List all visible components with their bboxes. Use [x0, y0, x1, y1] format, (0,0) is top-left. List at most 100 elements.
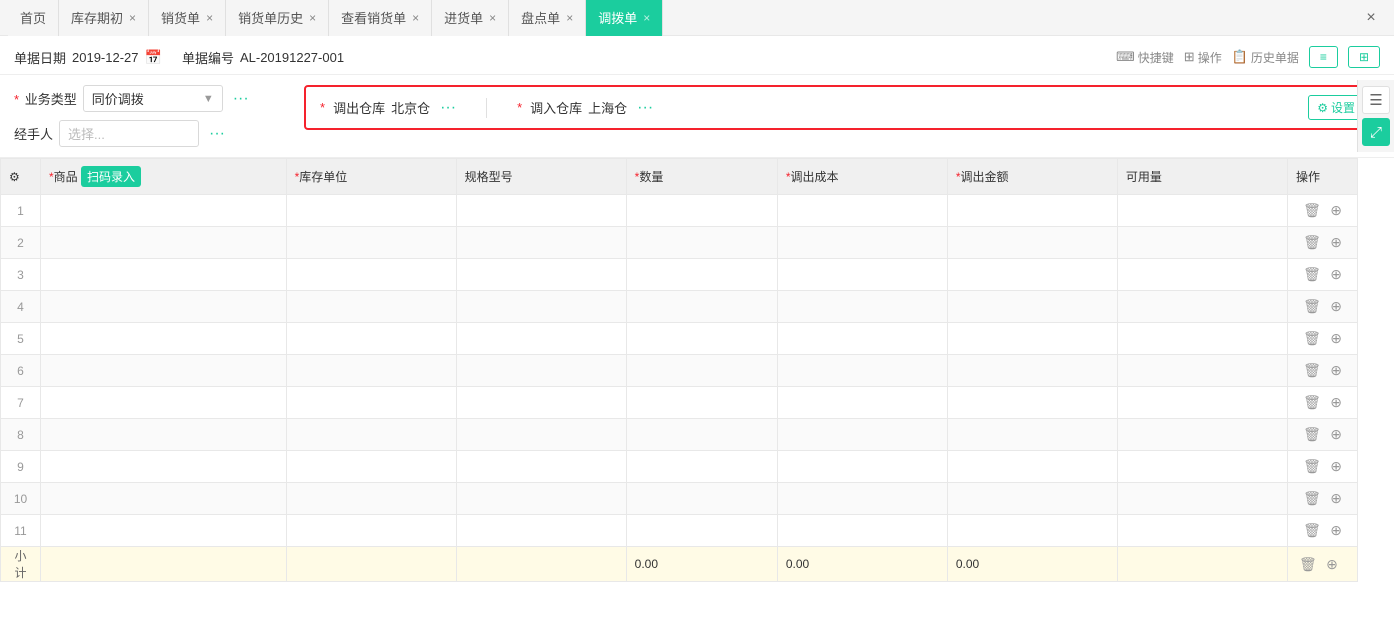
cell-qty-6[interactable] — [626, 355, 777, 387]
cell-spec-7[interactable] — [456, 387, 626, 419]
cell-qty-5[interactable] — [626, 323, 777, 355]
tab-home[interactable]: 首页 — [8, 0, 59, 36]
tab-close-sales-history[interactable]: × — [309, 11, 316, 25]
table-settings-icon[interactable]: ⚙ — [9, 170, 20, 184]
cell-available-11[interactable] — [1117, 515, 1287, 547]
cell-qty-9[interactable] — [626, 451, 777, 483]
cell-product-9[interactable] — [41, 451, 287, 483]
cell-cost-1[interactable] — [777, 195, 947, 227]
cell-amount-5[interactable] — [947, 323, 1117, 355]
cell-spec-5[interactable] — [456, 323, 626, 355]
cell-amount-4[interactable] — [947, 291, 1117, 323]
cell-spec-4[interactable] — [456, 291, 626, 323]
delete-icon-1[interactable]: 🗑 — [1303, 202, 1321, 218]
tab-sales-history[interactable]: 销货单历史 × — [226, 0, 329, 36]
cell-amount-8[interactable] — [947, 419, 1117, 451]
warehouse-in-more[interactable]: ··· — [637, 99, 653, 117]
cell-spec-2[interactable] — [456, 227, 626, 259]
cell-available-4[interactable] — [1117, 291, 1287, 323]
cell-product-1[interactable] — [41, 195, 287, 227]
tab-close-purchase-order[interactable]: × — [489, 11, 496, 25]
delete-icon-5[interactable]: 🗑 — [1303, 330, 1321, 346]
cell-spec-3[interactable] — [456, 259, 626, 291]
cell-available-7[interactable] — [1117, 387, 1287, 419]
cell-spec-11[interactable] — [456, 515, 626, 547]
cell-spec-8[interactable] — [456, 419, 626, 451]
cell-unit-6[interactable] — [286, 355, 456, 387]
cell-cost-10[interactable] — [777, 483, 947, 515]
tab-close-sales-order[interactable]: × — [206, 11, 213, 25]
cell-product-2[interactable] — [41, 227, 287, 259]
copy-icon-11[interactable]: ⊕ — [1330, 522, 1342, 538]
cell-amount-9[interactable] — [947, 451, 1117, 483]
window-close-button[interactable]: × — [1356, 0, 1386, 36]
calendar-icon[interactable]: 📅 — [145, 49, 162, 66]
business-type-select[interactable]: 同价调拨 ▼ — [83, 85, 223, 112]
cell-available-1[interactable] — [1117, 195, 1287, 227]
cell-product-8[interactable] — [41, 419, 287, 451]
cell-unit-5[interactable] — [286, 323, 456, 355]
cell-cost-6[interactable] — [777, 355, 947, 387]
cell-qty-3[interactable] — [626, 259, 777, 291]
copy-icon-6[interactable]: ⊕ — [1330, 362, 1342, 378]
tab-sales-order[interactable]: 销货单 × — [149, 0, 226, 36]
cell-unit-8[interactable] — [286, 419, 456, 451]
delete-icon-7[interactable]: 🗑 — [1303, 394, 1321, 410]
cell-product-7[interactable] — [41, 387, 287, 419]
cell-cost-3[interactable] — [777, 259, 947, 291]
cell-available-5[interactable] — [1117, 323, 1287, 355]
cell-cost-2[interactable] — [777, 227, 947, 259]
delete-icon-8[interactable]: 🗑 — [1303, 426, 1321, 442]
delete-icon-4[interactable]: 🗑 — [1303, 298, 1321, 314]
cell-product-10[interactable] — [41, 483, 287, 515]
tab-view-sales[interactable]: 查看销货单 × — [329, 0, 432, 36]
cell-product-11[interactable] — [41, 515, 287, 547]
cell-spec-6[interactable] — [456, 355, 626, 387]
cell-available-6[interactable] — [1117, 355, 1287, 387]
scan-button[interactable]: 扫码录入 — [81, 166, 141, 187]
copy-icon-10[interactable]: ⊕ — [1330, 490, 1342, 506]
cell-qty-1[interactable] — [626, 195, 777, 227]
tab-purchase-order[interactable]: 进货单 × — [432, 0, 509, 36]
copy-icon-9[interactable]: ⊕ — [1330, 458, 1342, 474]
cell-qty-4[interactable] — [626, 291, 777, 323]
sidebar-expand-icon[interactable]: ⤢ — [1362, 118, 1390, 146]
tab-close-view-sales[interactable]: × — [412, 11, 419, 25]
cell-qty-11[interactable] — [626, 515, 777, 547]
cell-cost-8[interactable] — [777, 419, 947, 451]
tab-inventory-init[interactable]: 库存期初 × — [59, 0, 149, 36]
cell-unit-9[interactable] — [286, 451, 456, 483]
delete-icon-9[interactable]: 🗑 — [1303, 458, 1321, 474]
cell-cost-7[interactable] — [777, 387, 947, 419]
cell-qty-8[interactable] — [626, 419, 777, 451]
handler-more[interactable]: ··· — [209, 125, 225, 143]
cell-unit-3[interactable] — [286, 259, 456, 291]
copy-icon-1[interactable]: ⊕ — [1330, 202, 1342, 218]
cell-available-8[interactable] — [1117, 419, 1287, 451]
sidebar-list-icon[interactable]: ☰ — [1362, 86, 1390, 114]
cell-unit-4[interactable] — [286, 291, 456, 323]
history-button[interactable]: 📋 历史单据 — [1232, 49, 1299, 66]
delete-icon-11[interactable]: 🗑 — [1303, 522, 1321, 538]
cell-cost-4[interactable] — [777, 291, 947, 323]
cell-product-5[interactable] — [41, 323, 287, 355]
delete-icon-2[interactable]: 🗑 — [1303, 234, 1321, 250]
copy-icon-7[interactable]: ⊕ — [1330, 394, 1342, 410]
cell-qty-7[interactable] — [626, 387, 777, 419]
cell-spec-10[interactable] — [456, 483, 626, 515]
cell-available-2[interactable] — [1117, 227, 1287, 259]
cell-amount-6[interactable] — [947, 355, 1117, 387]
copy-icon-8[interactable]: ⊕ — [1330, 426, 1342, 442]
tab-close-inventory-init[interactable]: × — [129, 11, 136, 25]
cell-unit-1[interactable] — [286, 195, 456, 227]
col-header-settings[interactable]: ⚙ — [1, 159, 41, 195]
cell-qty-10[interactable] — [626, 483, 777, 515]
delete-icon-3[interactable]: 🗑 — [1303, 266, 1321, 282]
copy-icon-2[interactable]: ⊕ — [1330, 234, 1342, 250]
cell-cost-5[interactable] — [777, 323, 947, 355]
cell-unit-10[interactable] — [286, 483, 456, 515]
cell-unit-2[interactable] — [286, 227, 456, 259]
cell-cost-11[interactable] — [777, 515, 947, 547]
cell-unit-7[interactable] — [286, 387, 456, 419]
cell-amount-7[interactable] — [947, 387, 1117, 419]
